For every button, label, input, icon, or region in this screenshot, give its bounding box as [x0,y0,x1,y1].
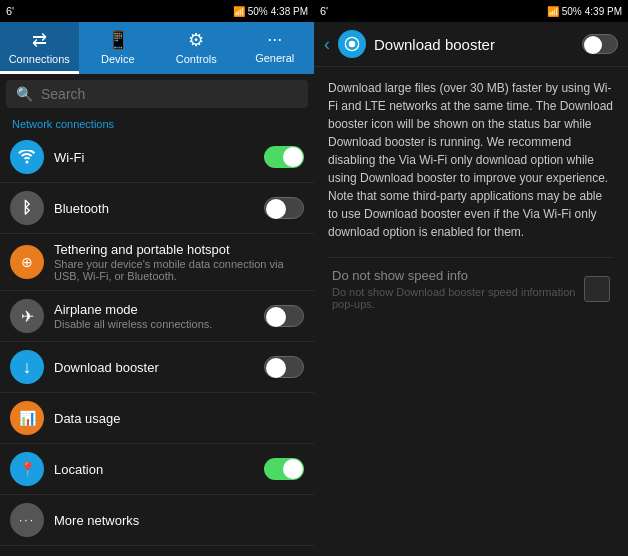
right-download-toggle-knob [584,36,602,54]
carrier-text: 6' [6,5,14,17]
more-text: More networks [54,513,304,528]
left-panel: 6' 📶 50% 4:38 PM ⇄ Connections 📱 Device … [0,0,314,556]
menu-item-tethering[interactable]: ⊕ Tethering and portable hotspot Share y… [0,234,314,291]
right-content: Download large files (over 30 MB) faster… [314,67,628,556]
right-carrier: 6' [320,5,328,17]
airplane-toggle[interactable] [264,305,304,327]
right-header: ‹ Download booster [314,22,628,67]
airplane-toggle-knob [266,307,286,327]
wifi-toggle[interactable] [264,146,304,168]
tab-connections[interactable]: ⇄ Connections [0,22,79,74]
download-icon: ↓ [10,350,44,384]
menu-item-datausage[interactable]: 📊 Data usage [0,393,314,444]
right-download-toggle[interactable] [582,34,618,54]
right-header-title: Download booster [374,36,574,53]
download-title: Download booster [54,360,264,375]
menu-item-morenetworks[interactable]: ··· More networks [0,495,314,546]
battery-text: 50% [248,6,268,17]
menu-item-location[interactable]: 📍 Location [0,444,314,495]
download-booster-header-icon [338,30,366,58]
menu-item-downloadbooster[interactable]: ↓ Download booster [0,342,314,393]
wifi-text: Wi-Fi [54,150,264,165]
menu-item-wifi[interactable]: Wi-Fi [0,132,314,183]
tab-device[interactable]: 📱 Device [79,22,158,74]
tether-text: Tethering and portable hotspot Share you… [54,242,304,282]
location-text: Location [54,462,264,477]
menu-item-airplane[interactable]: ✈ Airplane mode Disable all wireless con… [0,291,314,342]
more-icon: ··· [10,503,44,537]
do-not-show-row: Do not show speed info Do not show Downl… [332,268,610,310]
signal-icon: 📶 [233,6,245,17]
location-icon: 📍 [10,452,44,486]
tab-controls-label: Controls [176,53,217,65]
tab-general[interactable]: ··· General [236,22,315,74]
tab-bar: ⇄ Connections 📱 Device ⚙ Controls ··· Ge… [0,22,314,74]
airplane-icon: ✈ [10,299,44,333]
tab-connections-label: Connections [9,53,70,65]
wifi-icon [10,140,44,174]
bluetooth-toggle-knob [266,199,286,219]
search-icon: 🔍 [16,86,33,102]
tether-subtitle: Share your device's mobile data connecti… [54,258,304,282]
download-toggle[interactable] [264,356,304,378]
airplane-subtitle: Disable all wireless connections. [54,318,264,330]
general-icon: ··· [267,29,282,50]
status-right: 📶 50% 4:38 PM [233,6,308,17]
wifi-title: Wi-Fi [54,150,264,165]
bluetooth-text: Bluetooth [54,201,264,216]
download-text: Download booster [54,360,264,375]
wifi-toggle-knob [283,147,303,167]
datausage-text: Data usage [54,411,304,426]
left-status-bar: 6' 📶 50% 4:38 PM [0,0,314,22]
do-not-show-checkbox[interactable] [584,276,610,302]
time-text: 4:38 PM [271,6,308,17]
location-title: Location [54,462,264,477]
do-not-show-text: Do not show speed info Do not show Downl… [332,268,584,310]
right-panel: 6' 📶 50% 4:39 PM ‹ Download booster Down… [314,0,628,556]
description-text: Download large files (over 30 MB) faster… [328,79,614,241]
airplane-text: Airplane mode Disable all wireless conne… [54,302,264,330]
status-left: 6' [6,5,14,17]
tab-device-label: Device [101,53,135,65]
search-input[interactable] [41,86,298,102]
do-not-show-subtitle: Do not show Download booster speed infor… [332,286,584,310]
bluetooth-title: Bluetooth [54,201,264,216]
tab-general-label: General [255,52,294,64]
connections-icon: ⇄ [32,29,47,51]
tether-icon: ⊕ [10,245,44,279]
tab-controls[interactable]: ⚙ Controls [157,22,236,74]
download-toggle-knob [266,358,286,378]
do-not-show-section: Do not show speed info Do not show Downl… [328,257,614,320]
right-status-left: 6' [320,5,328,17]
controls-icon: ⚙ [188,29,204,51]
right-status-right: 📶 50% 4:39 PM [547,6,622,17]
section-label: Network connections [0,114,314,132]
device-icon: 📱 [107,29,129,51]
bluetooth-toggle[interactable] [264,197,304,219]
location-toggle-knob [283,459,303,479]
back-button[interactable]: ‹ [324,34,330,55]
right-time: 4:39 PM [585,6,622,17]
datausage-icon: 📊 [10,401,44,435]
search-bar[interactable]: 🔍 [6,80,308,108]
right-battery: 50% [562,6,582,17]
bluetooth-icon: ᛒ [10,191,44,225]
airplane-title: Airplane mode [54,302,264,317]
do-not-show-title: Do not show speed info [332,268,584,283]
tether-title: Tethering and portable hotspot [54,242,304,257]
location-toggle[interactable] [264,458,304,480]
right-signal-icon: 📶 [547,6,559,17]
svg-point-1 [349,41,356,48]
menu-item-bluetooth[interactable]: ᛒ Bluetooth [0,183,314,234]
right-status-bar: 6' 📶 50% 4:39 PM [314,0,628,22]
datausage-title: Data usage [54,411,304,426]
more-title: More networks [54,513,304,528]
